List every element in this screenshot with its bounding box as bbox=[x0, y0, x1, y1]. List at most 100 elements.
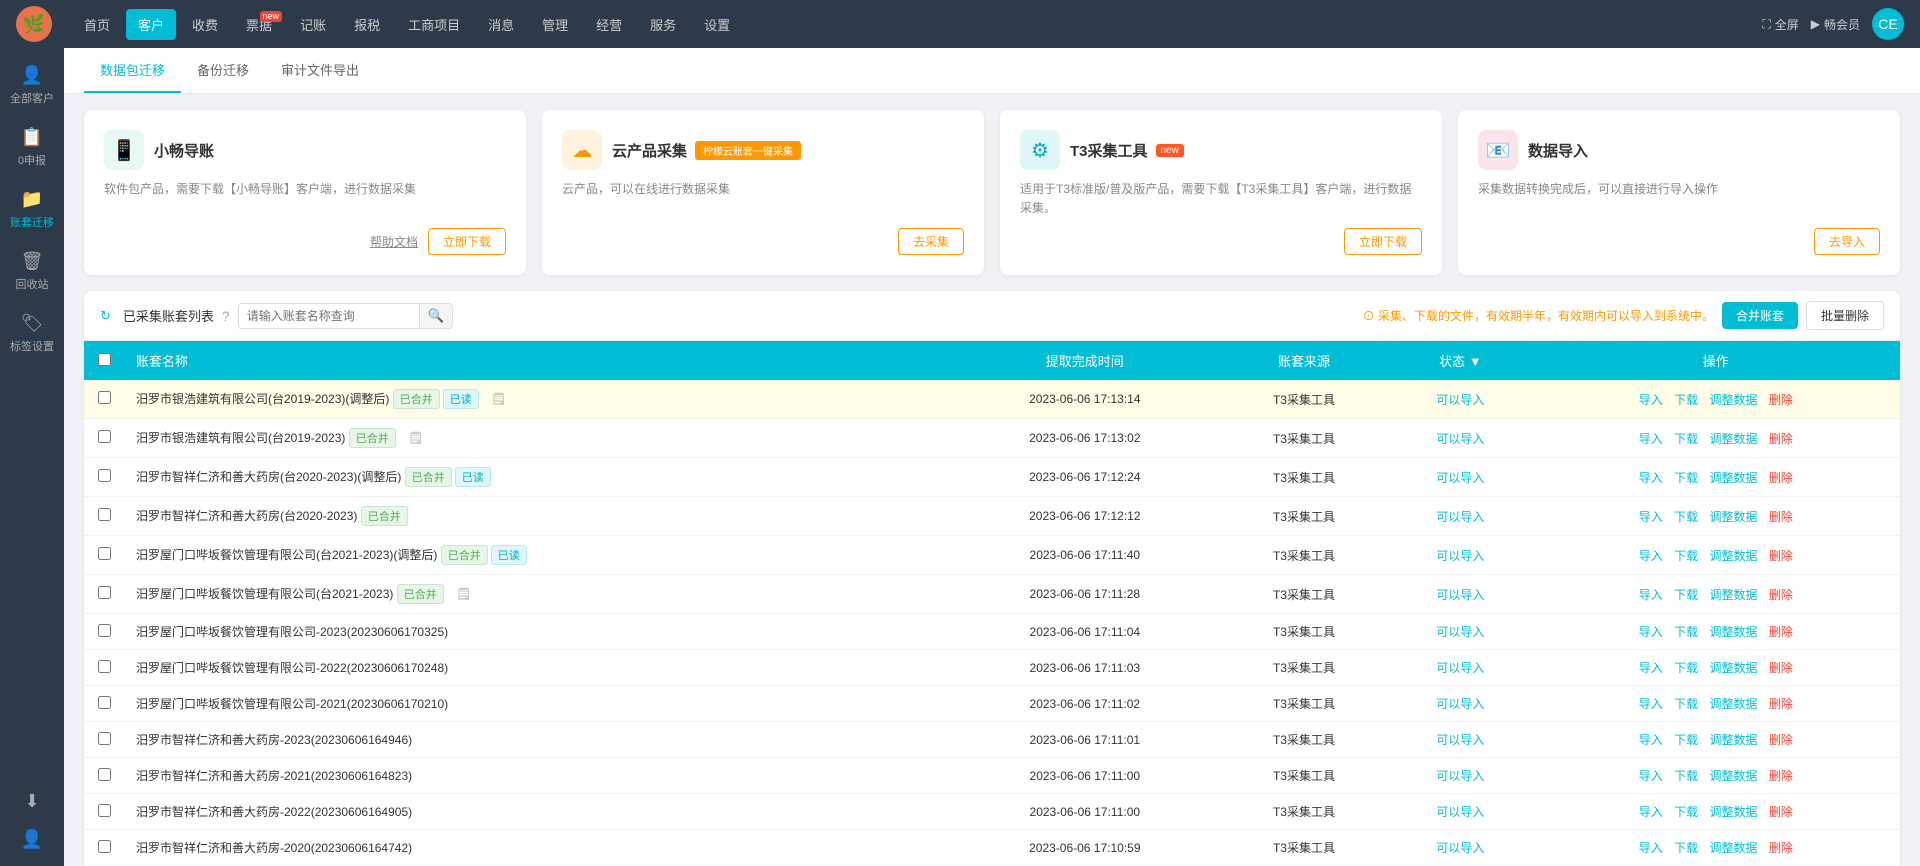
action-adjust[interactable]: 调整数据 bbox=[1709, 625, 1757, 639]
search-button[interactable]: 🔍 bbox=[419, 304, 453, 328]
action-adjust[interactable]: 调整数据 bbox=[1709, 588, 1757, 602]
sidebar-item-recycle[interactable]: 🗑 回收站 bbox=[0, 242, 64, 300]
nav-settings[interactable]: 设置 bbox=[692, 9, 742, 40]
nav-service[interactable]: 服务 bbox=[638, 9, 688, 40]
action-delete[interactable]: 删除 bbox=[1769, 805, 1793, 819]
row-checkbox[interactable] bbox=[98, 696, 111, 709]
nav-home[interactable]: 首页 bbox=[72, 9, 122, 40]
nav-invoice[interactable]: 票据 new bbox=[234, 9, 284, 40]
action-import[interactable]: 导入 bbox=[1639, 769, 1663, 783]
merge-account-button[interactable]: 合并账套 bbox=[1722, 302, 1798, 329]
action-adjust[interactable]: 调整数据 bbox=[1709, 769, 1757, 783]
sidebar-item-profile[interactable]: 👤 bbox=[17, 820, 47, 858]
nav-bookkeeping[interactable]: 记账 bbox=[288, 9, 338, 40]
action-adjust[interactable]: 调整数据 bbox=[1709, 393, 1757, 407]
action-import[interactable]: 导入 bbox=[1639, 733, 1663, 747]
action-download[interactable]: 下载 bbox=[1674, 549, 1698, 563]
action-delete[interactable]: 删除 bbox=[1769, 432, 1793, 446]
row-checkbox[interactable] bbox=[98, 660, 111, 673]
row-checkbox[interactable] bbox=[98, 469, 111, 482]
nav-business[interactable]: 工商项目 bbox=[396, 9, 472, 40]
action-import[interactable]: 导入 bbox=[1639, 805, 1663, 819]
action-adjust[interactable]: 调整数据 bbox=[1709, 697, 1757, 711]
action-delete[interactable]: 删除 bbox=[1769, 841, 1793, 855]
action-download[interactable]: 下载 bbox=[1674, 841, 1698, 855]
action-import[interactable]: 导入 bbox=[1639, 588, 1663, 602]
action-adjust[interactable]: 调整数据 bbox=[1709, 471, 1757, 485]
row-checkbox[interactable] bbox=[98, 840, 111, 853]
action-import[interactable]: 导入 bbox=[1639, 549, 1663, 563]
action-adjust[interactable]: 调整数据 bbox=[1709, 510, 1757, 524]
action-adjust[interactable]: 调整数据 bbox=[1709, 841, 1757, 855]
action-download[interactable]: 下载 bbox=[1674, 471, 1698, 485]
row-checkbox[interactable] bbox=[98, 732, 111, 745]
refresh-icon[interactable]: ↻ bbox=[100, 308, 111, 324]
tab-data-migration[interactable]: 数据包迁移 bbox=[84, 48, 181, 93]
action-adjust[interactable]: 调整数据 bbox=[1709, 733, 1757, 747]
action-delete[interactable]: 删除 bbox=[1769, 549, 1793, 563]
row-checkbox[interactable] bbox=[98, 586, 111, 599]
nav-message[interactable]: 消息 bbox=[476, 9, 526, 40]
user-avatar[interactable]: CE bbox=[1872, 8, 1904, 40]
action-download[interactable]: 下载 bbox=[1674, 588, 1698, 602]
nav-customer[interactable]: 客户 bbox=[126, 9, 176, 40]
member-button[interactable]: ▶ 畅会员 bbox=[1811, 16, 1860, 33]
action-delete[interactable]: 删除 bbox=[1769, 588, 1793, 602]
action-delete[interactable]: 删除 bbox=[1769, 661, 1793, 675]
action-import[interactable]: 导入 bbox=[1639, 661, 1663, 675]
row-checkbox[interactable] bbox=[98, 508, 111, 521]
action-download[interactable]: 下载 bbox=[1674, 733, 1698, 747]
col-status[interactable]: 状态 ▼ bbox=[1389, 341, 1532, 380]
tab-audit-export[interactable]: 审计文件导出 bbox=[265, 48, 375, 93]
row-checkbox[interactable] bbox=[98, 430, 111, 443]
action-import[interactable]: 导入 bbox=[1639, 841, 1663, 855]
action-download[interactable]: 下载 bbox=[1674, 661, 1698, 675]
sidebar-item-account-migrate[interactable]: 📁 账套迁移 bbox=[0, 180, 64, 238]
row-checkbox[interactable] bbox=[98, 804, 111, 817]
sidebar-item-tag-settings[interactable]: 🏷 标签设置 bbox=[0, 304, 64, 362]
sidebar-item-download[interactable]: ⬇ bbox=[17, 782, 47, 820]
action-adjust[interactable]: 调整数据 bbox=[1709, 661, 1757, 675]
import-goto-button[interactable]: 去导入 bbox=[1814, 228, 1880, 255]
nav-manage[interactable]: 管理 bbox=[530, 9, 580, 40]
row-checkbox[interactable] bbox=[98, 547, 111, 560]
action-download[interactable]: 下载 bbox=[1674, 805, 1698, 819]
action-delete[interactable]: 删除 bbox=[1769, 769, 1793, 783]
scroll-content[interactable]: 📱 小畅导账 软件包产品，需要下载【小畅导账】客户端，进行数据采集 帮助文档 立… bbox=[64, 94, 1920, 866]
action-download[interactable]: 下载 bbox=[1674, 393, 1698, 407]
action-adjust[interactable]: 调整数据 bbox=[1709, 432, 1757, 446]
action-download[interactable]: 下载 bbox=[1674, 510, 1698, 524]
action-download[interactable]: 下载 bbox=[1674, 625, 1698, 639]
action-import[interactable]: 导入 bbox=[1639, 471, 1663, 485]
xiaochang-download-button[interactable]: 立即下载 bbox=[428, 228, 506, 255]
batch-delete-button[interactable]: 批量删除 bbox=[1806, 301, 1884, 330]
action-import[interactable]: 导入 bbox=[1639, 697, 1663, 711]
action-import[interactable]: 导入 bbox=[1639, 625, 1663, 639]
fullscreen-button[interactable]: ⛶ 全屏 bbox=[1762, 16, 1798, 33]
action-import[interactable]: 导入 bbox=[1639, 510, 1663, 524]
action-download[interactable]: 下载 bbox=[1674, 697, 1698, 711]
xiaochang-help-link[interactable]: 帮助文档 bbox=[370, 233, 418, 250]
row-checkbox[interactable] bbox=[98, 768, 111, 781]
tab-backup-migration[interactable]: 备份迁移 bbox=[181, 48, 265, 93]
action-delete[interactable]: 删除 bbox=[1769, 471, 1793, 485]
sidebar-item-all-customers[interactable]: 👤 全部客户 bbox=[0, 56, 64, 114]
action-download[interactable]: 下载 bbox=[1674, 769, 1698, 783]
action-delete[interactable]: 删除 bbox=[1769, 510, 1793, 524]
help-icon[interactable]: ? bbox=[222, 308, 230, 324]
action-download[interactable]: 下载 bbox=[1674, 432, 1698, 446]
action-import[interactable]: 导入 bbox=[1639, 432, 1663, 446]
t3-download-button[interactable]: 立即下载 bbox=[1344, 228, 1422, 255]
action-import[interactable]: 导入 bbox=[1639, 393, 1663, 407]
action-delete[interactable]: 删除 bbox=[1769, 733, 1793, 747]
action-delete[interactable]: 删除 bbox=[1769, 393, 1793, 407]
row-checkbox[interactable] bbox=[98, 391, 111, 404]
nav-operation[interactable]: 经营 bbox=[584, 9, 634, 40]
action-adjust[interactable]: 调整数据 bbox=[1709, 805, 1757, 819]
action-adjust[interactable]: 调整数据 bbox=[1709, 549, 1757, 563]
select-all-checkbox[interactable] bbox=[98, 353, 111, 366]
action-delete[interactable]: 删除 bbox=[1769, 625, 1793, 639]
search-input[interactable] bbox=[239, 305, 419, 327]
action-delete[interactable]: 删除 bbox=[1769, 697, 1793, 711]
row-checkbox[interactable] bbox=[98, 624, 111, 637]
